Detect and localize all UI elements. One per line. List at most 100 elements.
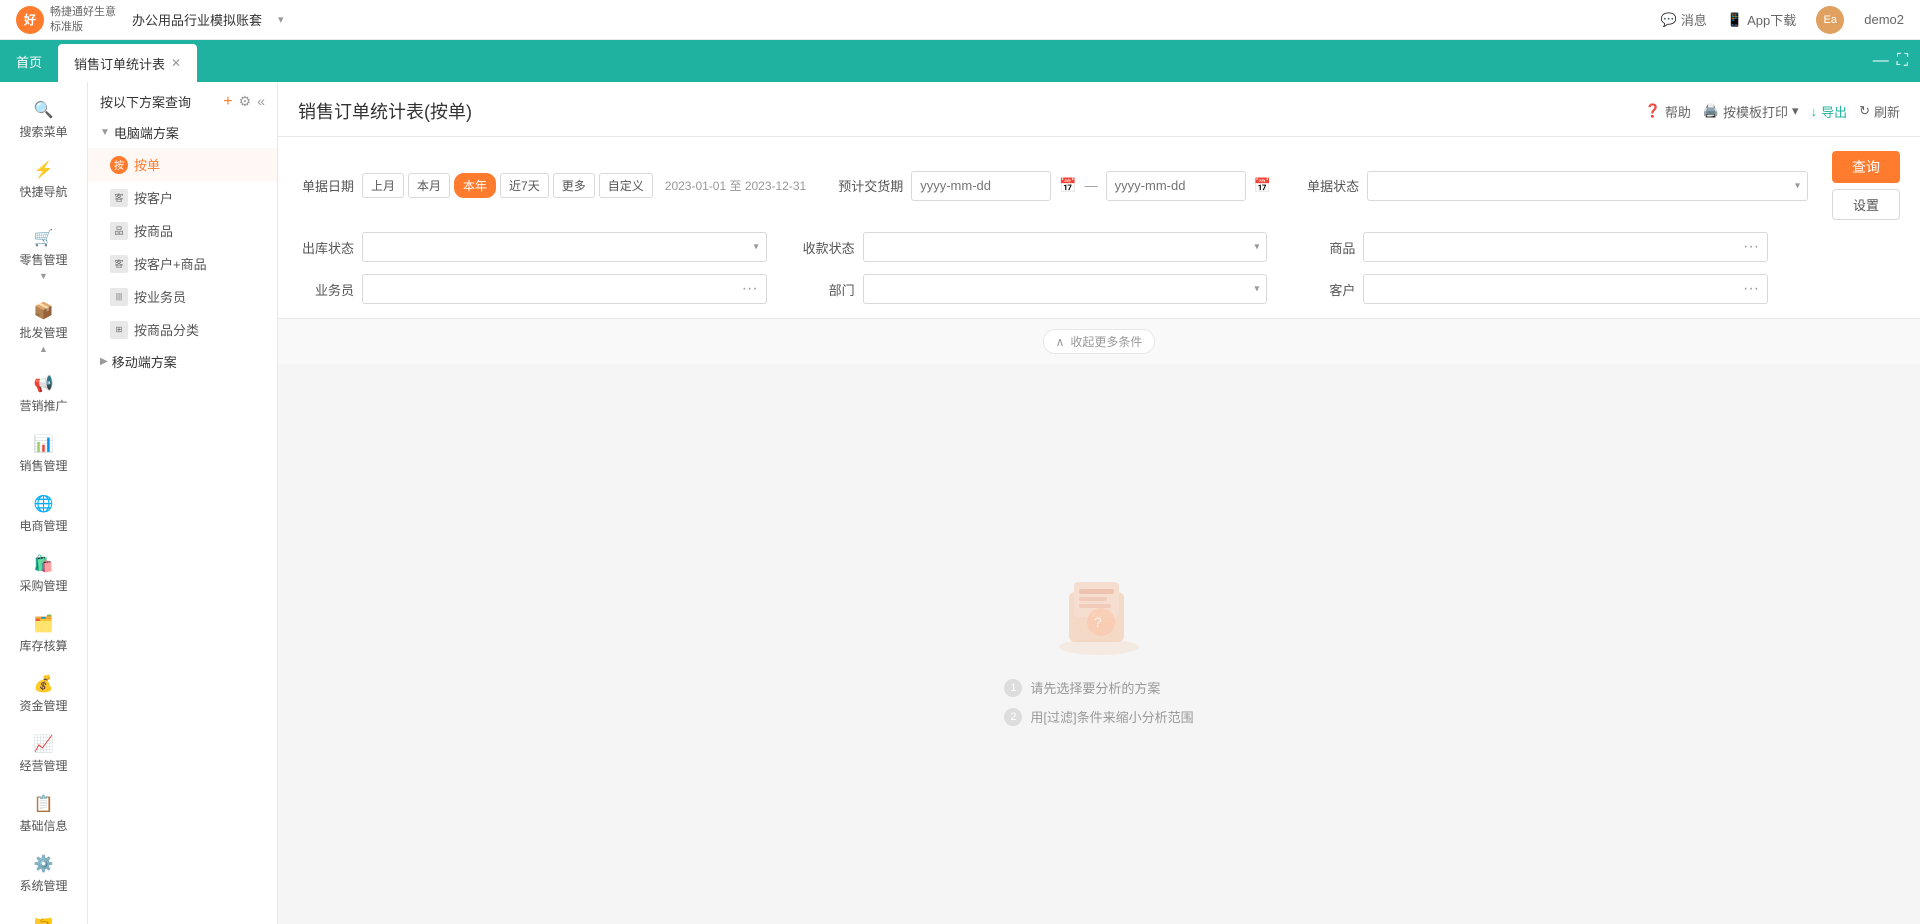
tab-bar: 首页 销售订单统计表 ✕ — ⛶ [0, 40, 1920, 82]
salesperson-dots[interactable]: ··· [742, 280, 758, 298]
sidebar-item-finance[interactable]: 💰 资金管理 [0, 664, 87, 724]
customer-input-wrapper[interactable]: ··· [1363, 274, 1768, 304]
left-panel: 按以下方案查询 + ⚙ « ▼ 电脑端方案 按 按单 客 按客户 品 [88, 82, 278, 924]
hint-1-number: 1 [1004, 679, 1022, 697]
user-avatar[interactable]: Ea [1816, 6, 1844, 34]
sidebar-item-inventory[interactable]: 🗂️ 库存核算 [0, 604, 87, 664]
period-more[interactable]: 更多 [553, 173, 595, 198]
order-status-select-wrapper: ▾ [1367, 171, 1808, 201]
plan-item-by-order[interactable]: 按 按单 [88, 148, 277, 181]
template-print-btn[interactable]: 🖨️ 按模板打印 ▾ [1703, 102, 1799, 121]
purchase-icon: 🛍️ [34, 554, 54, 574]
sidebar-item-sys-mgmt[interactable]: ⚙️ 系统管理 [0, 844, 87, 904]
left-panel-header: 按以下方案查询 + ⚙ « [88, 82, 277, 117]
content-area: 销售订单统计表(按单) ❓ 帮助 🖨️ 按模板打印 ▾ ↓ 导出 ↻ 刷新 [278, 82, 1920, 924]
sidebar-item-basic-info[interactable]: 📋 基础信息 [0, 784, 87, 844]
expected-date-start[interactable] [911, 171, 1051, 201]
plan-item-by-customer-product[interactable]: 客 按客户+商品 [88, 247, 277, 280]
sidebar-item-ecommerce[interactable]: 🌐 电商管理 [0, 484, 87, 544]
add-plan-btn[interactable]: + [223, 93, 232, 111]
tab-minimize-icon[interactable]: — [1873, 52, 1889, 70]
export-btn[interactable]: ↓ 导出 [1811, 102, 1848, 121]
collapse-panel-btn[interactable]: « [257, 93, 265, 111]
payment-status-select[interactable] [863, 232, 1268, 262]
search-menu-icon: 🔍 [34, 100, 54, 120]
mobile-group-arrow-icon: ▶ [100, 356, 108, 367]
basic-info-icon: 📋 [34, 794, 54, 814]
sidebar-item-ops-mgmt[interactable]: 📈 经营管理 [0, 724, 87, 784]
collapse-up-icon: ∧ [1056, 335, 1065, 349]
order-status-select[interactable] [1367, 171, 1808, 201]
salesperson-input-wrapper[interactable]: ··· [362, 274, 767, 304]
by-category-icon: ⊞ [110, 321, 128, 339]
sidebar-item-retail-mgmt[interactable]: 🛒 零售管理 ▼ [0, 218, 87, 291]
logo-area: 好 畅捷通好生意 标准版 [16, 5, 116, 34]
date-separator: — [1085, 178, 1098, 193]
app-download-btn[interactable]: 📱 App下载 [1727, 10, 1796, 29]
by-cp-icon: 客 [110, 255, 128, 273]
product-label: 商品 [1299, 238, 1355, 257]
calendar-end-icon[interactable]: 📅 [1254, 177, 1271, 194]
settings-plan-btn[interactable]: ⚙ [239, 93, 252, 111]
salesperson-col: 业务员 ··· [298, 274, 767, 304]
payment-status-col: 收款状态 ▾ [799, 232, 1268, 262]
sidebar-item-marketing[interactable]: 📢 营销推广 [0, 364, 87, 424]
help-btn[interactable]: ❓ 帮助 [1645, 102, 1691, 121]
dropdown-arrow-icon[interactable]: ▾ [278, 13, 284, 26]
export-icon: ↓ [1811, 104, 1818, 119]
query-button[interactable]: 查询 [1832, 151, 1900, 183]
delivery-status-select-wrapper: ▾ [362, 232, 767, 262]
collapse-button[interactable]: ∧ 收起更多条件 [1043, 329, 1156, 354]
sidebar-item-enterprise[interactable]: 🤝 企业协同 [0, 904, 87, 924]
collapse-row[interactable]: ∧ 收起更多条件 [278, 319, 1920, 364]
order-status-group: 单据状态 ▾ [1303, 171, 1808, 201]
hint-2-number: 2 [1004, 708, 1022, 726]
sales-order-tab-label: 销售订单统计表 [74, 54, 165, 73]
user-name[interactable]: demo2 [1864, 12, 1904, 27]
pc-solutions-header[interactable]: ▼ 电脑端方案 [88, 117, 277, 148]
period-this-year[interactable]: 本年 [454, 173, 496, 198]
product-input-wrapper[interactable]: ··· [1363, 232, 1768, 262]
customer-dots[interactable]: ··· [1743, 280, 1759, 298]
message-btn[interactable]: 💬 消息 [1661, 10, 1707, 29]
tab-home[interactable]: 首页 [0, 40, 58, 82]
home-tab-label: 首页 [16, 52, 42, 71]
plan-item-by-product[interactable]: 品 按商品 [88, 214, 277, 247]
enterprise-icon: 🤝 [34, 914, 54, 924]
sidebar-item-wholesale-mgmt[interactable]: 📦 批发管理 ▲ [0, 291, 87, 364]
payment-status-label: 收款状态 [799, 238, 855, 257]
mobile-solutions-header[interactable]: ▶ 移动端方案 [88, 346, 277, 377]
empty-hint-1: 1 请先选择要分析的方案 [1004, 678, 1193, 697]
expected-date-group: 预计交货期 📅 — 📅 [838, 171, 1271, 201]
marketing-icon: 📢 [34, 374, 54, 394]
filter-row-3: 业务员 ··· 部门 ▾ 客户 ··· [298, 274, 1900, 304]
calendar-start-icon[interactable]: 📅 [1059, 177, 1076, 194]
sidebar-item-purchase-mgmt[interactable]: 🛍️ 采购管理 [0, 544, 87, 604]
period-last-month[interactable]: 上月 [362, 173, 404, 198]
period-this-month[interactable]: 本月 [408, 173, 450, 198]
settings-button[interactable]: 设置 [1832, 189, 1900, 220]
tab-sales-order-stats[interactable]: 销售订单统计表 ✕ [58, 44, 197, 82]
print-dropdown-icon[interactable]: ▾ [1792, 103, 1799, 119]
finance-icon: 💰 [34, 674, 54, 694]
refresh-btn[interactable]: ↻ 刷新 [1859, 102, 1900, 121]
plan-item-by-salesperson[interactable]: ||| 按业务员 [88, 280, 277, 313]
sidebar-item-sales-mgmt[interactable]: 📊 销售管理 [0, 424, 87, 484]
sidebar-item-quick-nav[interactable]: ⚡ 快捷导航 [0, 150, 87, 210]
tab-close-icon[interactable]: ✕ [171, 56, 181, 70]
delivery-status-select[interactable] [362, 232, 767, 262]
department-select[interactable] [863, 274, 1268, 304]
plan-item-by-product-category[interactable]: ⊞ 按商品分类 [88, 313, 277, 346]
collapse-label: 收起更多条件 [1070, 333, 1142, 350]
period-custom[interactable]: 自定义 [599, 173, 653, 198]
period-7days[interactable]: 近7天 [500, 173, 549, 198]
expected-date-label: 预计交货期 [838, 176, 903, 195]
plan-item-by-customer[interactable]: 客 按客户 [88, 181, 277, 214]
action-btn-group: 查询 设置 [1832, 151, 1900, 220]
product-dots[interactable]: ··· [1743, 238, 1759, 256]
sidebar-item-search-menu[interactable]: 🔍 搜索菜单 [0, 90, 87, 150]
tab-maximize-icon[interactable]: ⛶ [1897, 52, 1908, 70]
empty-hint-2: 2 用[过滤]条件来缩小分析范围 [1004, 707, 1193, 726]
left-panel-tools: + ⚙ « [223, 93, 265, 111]
expected-date-end[interactable] [1106, 171, 1246, 201]
